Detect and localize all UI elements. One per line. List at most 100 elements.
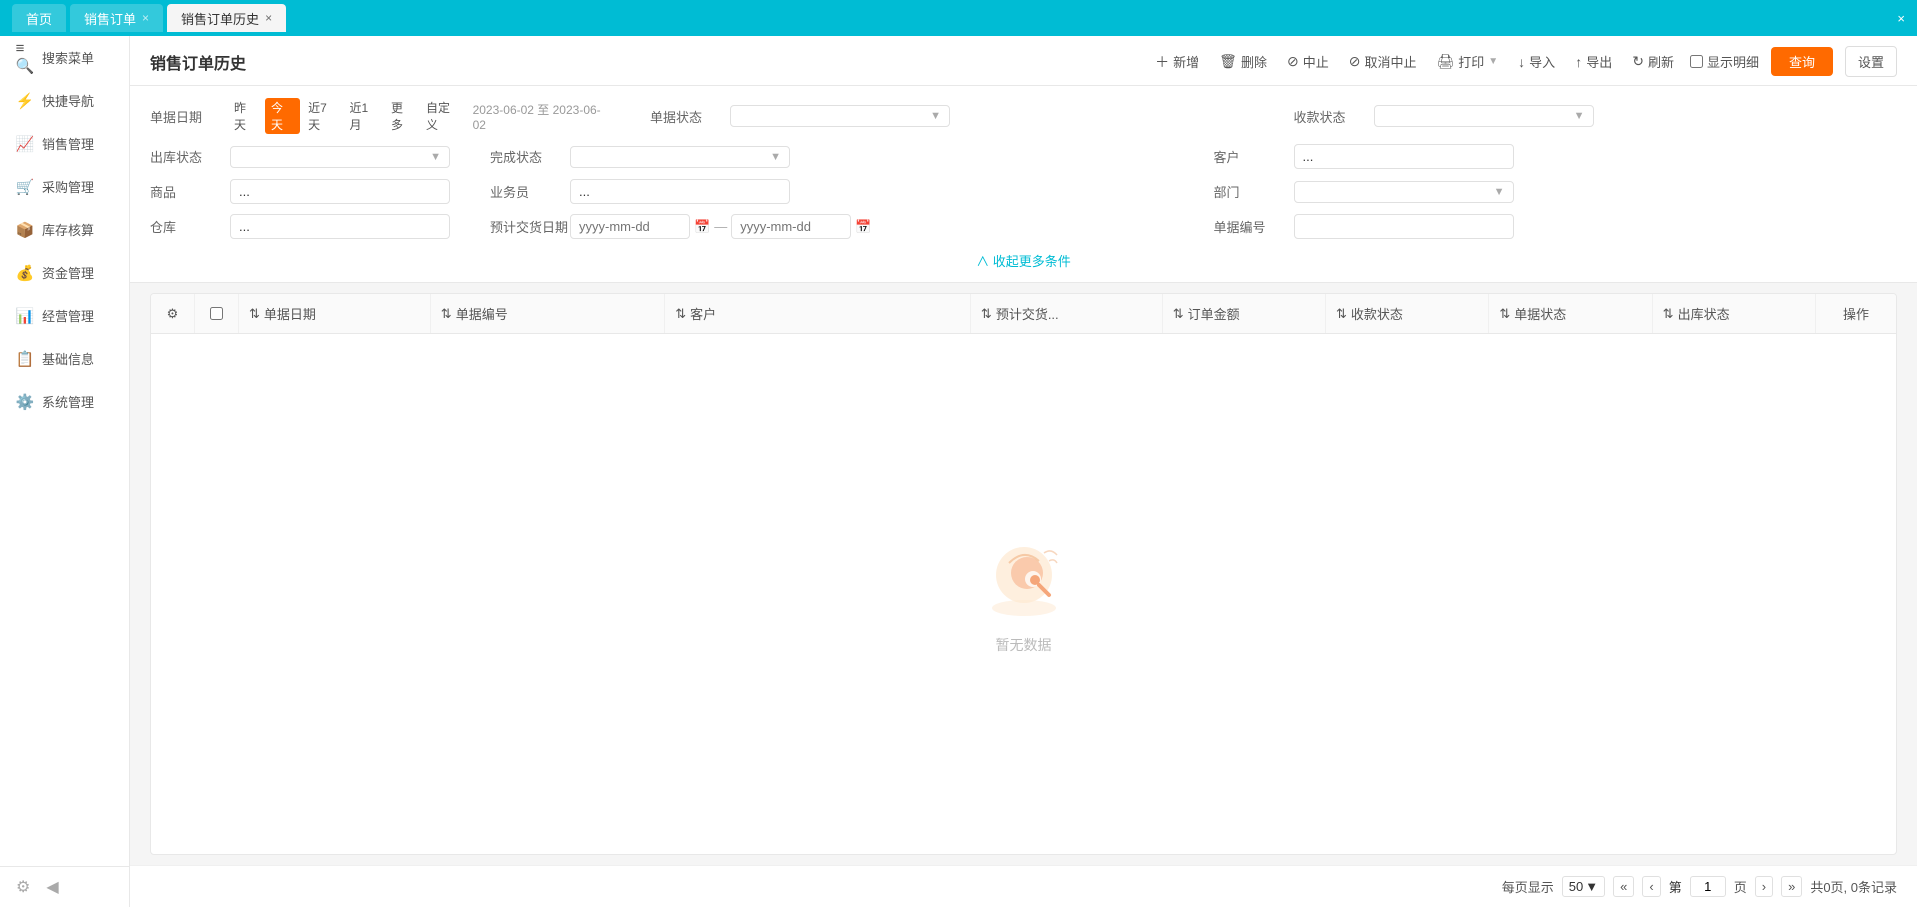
- delete-button[interactable]: 🗑 删除: [1215, 50, 1271, 73]
- toolbar: ＋ 新增 🗑 删除 ⊘ 中止 ⊘ 取消中止 🖨 打印: [1151, 46, 1897, 77]
- th-num-label: 单据编号: [456, 304, 508, 323]
- product-input[interactable]: ...: [230, 179, 450, 204]
- next-page-btn[interactable]: ›: [1755, 876, 1773, 897]
- warehouse-input[interactable]: ...: [230, 214, 450, 239]
- sidebar-item-sys-mgmt[interactable]: ⚙️ 系统管理: [0, 380, 129, 423]
- department-select[interactable]: ▼: [1294, 181, 1514, 203]
- pay-status-select[interactable]: ▼: [1374, 105, 1594, 127]
- th-customer-sort: ⇅: [675, 306, 686, 322]
- th-date[interactable]: ⇅ 单据日期: [239, 294, 431, 333]
- th-date-sort: ⇅: [249, 306, 260, 322]
- date-tab-1month[interactable]: 近1月: [346, 98, 383, 134]
- tab-sales-order[interactable]: 销售订单 ×: [70, 4, 163, 32]
- th-stock-status[interactable]: ⇅ 出库状态: [1653, 294, 1816, 333]
- date-tab-7days[interactable]: 近7天: [304, 98, 341, 134]
- th-customer[interactable]: ⇅ 客户: [665, 294, 971, 333]
- th-date-label: 单据日期: [264, 304, 316, 323]
- th-delivery[interactable]: ⇅ 预计交货...: [971, 294, 1163, 333]
- doc-no-input[interactable]: [1294, 214, 1514, 239]
- pay-status-label: 收款状态: [1294, 107, 1374, 126]
- tab-bar: 首页 销售订单 × 销售订单历史 ×: [12, 4, 1897, 32]
- doc-status-select[interactable]: ▼: [730, 105, 950, 127]
- export-button[interactable]: ↑ 导出: [1571, 50, 1616, 73]
- page-input[interactable]: [1690, 876, 1726, 897]
- window-close-btn[interactable]: ×: [1897, 11, 1905, 26]
- prev-page-btn[interactable]: ‹: [1642, 876, 1660, 897]
- date-tab-custom[interactable]: 自定义: [422, 98, 465, 134]
- sidebar-settings-icon[interactable]: ⚙: [16, 877, 30, 897]
- salesperson-dots: ...: [579, 184, 590, 199]
- sidebar-item-inventory[interactable]: 📦 库存核算: [0, 208, 129, 251]
- sidebar-item-operation[interactable]: 📊 经营管理: [0, 294, 129, 337]
- sidebar-item-search-menu[interactable]: ≡🔍 搜索菜单: [0, 36, 129, 79]
- th-customer-label: 客户: [690, 304, 716, 323]
- print-icon: 🖨: [1436, 53, 1454, 70]
- date-tab-yesterday[interactable]: 昨天: [230, 98, 261, 134]
- completion-status-select[interactable]: ▼: [570, 146, 790, 168]
- new-button[interactable]: ＋ 新增: [1151, 50, 1203, 74]
- refresh-button[interactable]: ↻ 刷新: [1628, 50, 1678, 73]
- import-button[interactable]: ↓ 导入: [1514, 50, 1559, 73]
- date-dash: —: [714, 219, 727, 234]
- date-tab-today[interactable]: 今天: [265, 98, 300, 134]
- salesperson-input[interactable]: ...: [570, 179, 790, 204]
- table-settings-icon[interactable]: ⚙: [167, 306, 179, 322]
- date-tab-more[interactable]: 更多: [387, 98, 418, 134]
- filter-area: 单据日期 昨天 今天 近7天 近1月 更多 自定义 2023-06-02 至 2…: [130, 86, 1917, 283]
- tab-sales-order-history-label: 销售订单历史: [181, 9, 259, 28]
- first-page-btn[interactable]: «: [1613, 876, 1634, 897]
- th-action-label: 操作: [1843, 304, 1869, 323]
- cancel-stop-button[interactable]: ⊘ 取消中止: [1345, 50, 1421, 73]
- calendar-from-icon[interactable]: 📅: [694, 219, 710, 235]
- sidebar-collapse-icon[interactable]: ◀: [46, 877, 58, 897]
- th-order-status-sort: ⇅: [1499, 306, 1510, 322]
- sidebar-item-basic-info[interactable]: 📋 基础信息: [0, 337, 129, 380]
- product-label: 商品: [150, 182, 230, 201]
- tab-sales-order-close[interactable]: ×: [142, 11, 149, 25]
- tab-sales-order-history[interactable]: 销售订单历史 ×: [167, 4, 286, 32]
- display-detail-checkbox-group: 显示明细: [1690, 52, 1759, 71]
- collapse-row[interactable]: ∧ 收起更多条件: [150, 249, 1897, 270]
- print-button[interactable]: 🖨 打印 ▼: [1432, 50, 1502, 73]
- tab-home[interactable]: 首页: [12, 4, 66, 32]
- select-all-checkbox[interactable]: [210, 307, 223, 320]
- customer-input[interactable]: ...: [1294, 144, 1514, 169]
- setting-button[interactable]: 设置: [1845, 46, 1897, 77]
- stock-status-label: 出库状态: [150, 147, 230, 166]
- last-page-btn[interactable]: »: [1781, 876, 1802, 897]
- delivery-date-to[interactable]: [731, 214, 851, 239]
- salesperson-group: 业务员 ...: [490, 179, 1174, 204]
- delivery-date-from[interactable]: [570, 214, 690, 239]
- doc-status-label: 单据状态: [650, 107, 730, 126]
- filter-row-2: 出库状态 ▼ 完成状态 ▼ 客户 ...: [150, 144, 1897, 169]
- calendar-to-icon[interactable]: 📅: [855, 219, 871, 235]
- purchase-mgmt-icon: 🛒: [16, 178, 34, 196]
- sidebar-item-purchase-mgmt[interactable]: 🛒 采购管理: [0, 165, 129, 208]
- tab-sales-order-history-close[interactable]: ×: [265, 11, 272, 25]
- page-size-select[interactable]: 50 ▼: [1562, 876, 1605, 897]
- th-amount-label: 订单金额: [1188, 304, 1240, 323]
- display-detail-checkbox[interactable]: [1690, 55, 1703, 68]
- stock-status-arrow: ▼: [430, 151, 441, 163]
- import-icon: ↓: [1518, 54, 1525, 70]
- th-settings[interactable]: ⚙: [151, 294, 195, 333]
- sidebar-item-finance[interactable]: 💰 资金管理: [0, 251, 129, 294]
- th-pay-status[interactable]: ⇅ 收款状态: [1326, 294, 1489, 333]
- doc-no-group: 单据编号: [1214, 214, 1898, 239]
- page-label-prefix: 第: [1669, 877, 1682, 896]
- th-checkbox[interactable]: [195, 294, 239, 333]
- th-amount-sort: ⇅: [1173, 306, 1184, 322]
- th-order-status[interactable]: ⇅ 单据状态: [1489, 294, 1652, 333]
- department-label: 部门: [1214, 182, 1294, 201]
- stock-status-select[interactable]: ▼: [230, 146, 450, 168]
- doc-status-arrow: ▼: [930, 110, 941, 122]
- stop-label: 中止: [1303, 52, 1329, 71]
- sidebar-item-quick-nav[interactable]: ⚡ 快捷导航: [0, 79, 129, 122]
- stop-button[interactable]: ⊘ 中止: [1283, 50, 1333, 73]
- sidebar-item-sales-mgmt[interactable]: 📈 销售管理: [0, 122, 129, 165]
- sidebar-item-quick-nav-label: 快捷导航: [42, 91, 94, 110]
- content-area: 销售订单历史 ＋ 新增 🗑 删除 ⊘ 中止 ⊘ 取消中止: [130, 36, 1917, 907]
- query-button[interactable]: 查询: [1771, 47, 1833, 76]
- th-num[interactable]: ⇅ 单据编号: [431, 294, 665, 333]
- th-amount[interactable]: ⇅ 订单金额: [1163, 294, 1326, 333]
